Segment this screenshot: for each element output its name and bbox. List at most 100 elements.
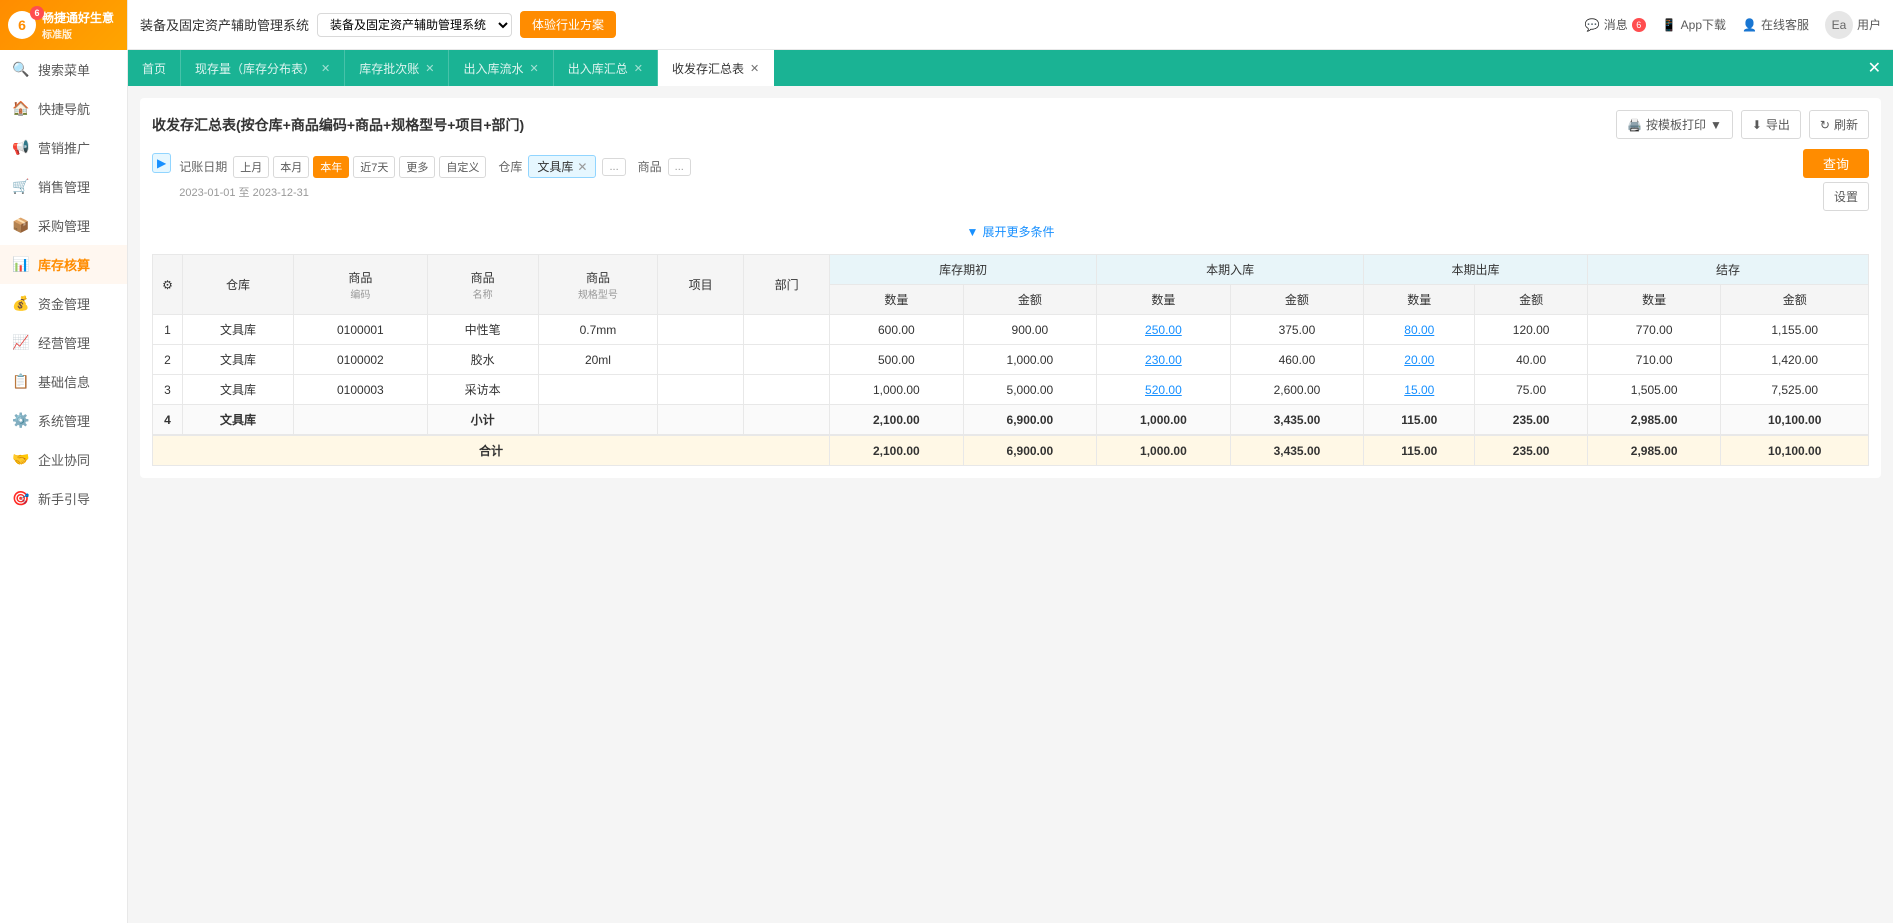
- date-btn-this-year[interactable]: 本年: [313, 156, 349, 178]
- messages-label: 消息: [1604, 16, 1628, 33]
- goods-filter-group: 商品 ...: [638, 158, 691, 176]
- header: 装备及固定资产辅助管理系统 装备及固定资产辅助管理系统 体验行业方案 💬 消息 …: [128, 0, 1893, 50]
- row-in-qty[interactable]: 230.00: [1097, 345, 1231, 375]
- goods-spec-col-header: 商品规格型号: [538, 255, 657, 315]
- tab-flow[interactable]: 出入库流水 ✕: [449, 50, 553, 86]
- row-out-amt: 40.00: [1475, 345, 1588, 375]
- tab-home[interactable]: 首页: [128, 50, 181, 86]
- warehouse-more-btn[interactable]: ...: [602, 158, 625, 176]
- row-in-qty[interactable]: 520.00: [1097, 375, 1231, 405]
- sidebar-item-label: 库存核算: [38, 255, 90, 274]
- row-in-qty[interactable]: 250.00: [1097, 315, 1231, 345]
- row-dept: [744, 375, 830, 405]
- sales-icon: 🛒: [12, 178, 30, 195]
- tab-summary-in-out[interactable]: 出入库汇总 ✕: [554, 50, 658, 86]
- table-row: 4 文具库 小计 2,100.00 6,900.00 1,000.00 3,43…: [153, 405, 1869, 436]
- system-select[interactable]: 装备及固定资产辅助管理系统: [317, 13, 512, 37]
- tab-home-label: 首页: [142, 60, 166, 77]
- row-num: 3: [153, 375, 183, 405]
- row-dept: [744, 345, 830, 375]
- row-out-amt: 235.00: [1475, 405, 1588, 436]
- system-name: 装备及固定资产辅助管理系统: [140, 15, 309, 34]
- row-close-qty: 710.00: [1587, 345, 1721, 375]
- settings-btn[interactable]: 设置: [1823, 182, 1869, 211]
- row-code: 0100001: [294, 315, 428, 345]
- online-service-btn[interactable]: 👤 在线客服: [1742, 16, 1809, 33]
- warehouse-tag[interactable]: 文具库 ✕: [528, 155, 596, 178]
- filter-expand-btn[interactable]: ▶: [152, 153, 171, 173]
- sidebar-item-sales[interactable]: 🛒 销售管理: [0, 167, 127, 206]
- sidebar-item-marketing[interactable]: 📢 营销推广: [0, 128, 127, 167]
- tab-bar-close-btn[interactable]: ✕: [1856, 58, 1893, 78]
- total-open-amt: 6,900.00: [963, 435, 1097, 466]
- total-out-qty: 115.00: [1364, 435, 1475, 466]
- tab-label: 收发存汇总表: [672, 60, 744, 77]
- messages-btn[interactable]: 💬 消息 6: [1585, 16, 1646, 33]
- home-icon: 🏠: [12, 100, 30, 117]
- date-btn-this-month[interactable]: 本月: [273, 156, 309, 178]
- tab-batch[interactable]: 库存批次账 ✕: [345, 50, 449, 86]
- date-btn-last-month[interactable]: 上月: [233, 156, 269, 178]
- page-title-bar: 收发存汇总表(按仓库+商品编码+商品+规格型号+项目+部门) 🖨️ 按模板打印 …: [152, 110, 1869, 139]
- tab-close-icon[interactable]: ✕: [321, 62, 330, 75]
- sidebar-item-operations[interactable]: 📈 经营管理: [0, 323, 127, 362]
- row-out-qty[interactable]: 80.00: [1364, 315, 1475, 345]
- sidebar-item-label: 经营管理: [38, 333, 90, 352]
- sidebar-item-label: 资金管理: [38, 294, 90, 313]
- date-btn-7days[interactable]: 近7天: [353, 156, 395, 178]
- tab-close-icon[interactable]: ✕: [634, 62, 643, 75]
- table-body: 1 文具库 0100001 中性笔 0.7mm 600.00 900.00 25…: [153, 315, 1869, 436]
- out-qty-header: 数量: [1364, 285, 1475, 315]
- sidebar-item-collab[interactable]: 🤝 企业协同: [0, 440, 127, 479]
- export-btn[interactable]: ⬇ 导出: [1741, 110, 1801, 139]
- print-btn[interactable]: 🖨️ 按模板打印 ▼: [1616, 110, 1733, 139]
- expand-conditions-btn[interactable]: ▼ 展开更多条件: [967, 219, 1055, 244]
- sidebar-item-finance[interactable]: 💰 资金管理: [0, 284, 127, 323]
- sidebar-item-inventory[interactable]: 📊 库存核算: [0, 245, 127, 284]
- sidebar-item-label: 系统管理: [38, 411, 90, 430]
- total-row: 合计 2,100.00 6,900.00 1,000.00 3,435.00 1…: [153, 435, 1869, 466]
- opening-stock-header: 库存期初: [830, 255, 1097, 285]
- row-num: 1: [153, 315, 183, 345]
- app-download-btn[interactable]: 📱 App下载: [1662, 16, 1726, 33]
- tab-receive-dispatch[interactable]: 收发存汇总表 ✕: [658, 50, 774, 86]
- warehouse-tag-close-icon[interactable]: ✕: [577, 160, 587, 174]
- goods-more-btn[interactable]: ...: [668, 158, 691, 176]
- trial-btn[interactable]: 体验行业方案: [520, 11, 616, 38]
- row-close-qty: 1,505.00: [1587, 375, 1721, 405]
- tab-bar: 首页 现存量（库存分布表） ✕ 库存批次账 ✕ 出入库流水 ✕ 出入库汇总 ✕ …: [128, 50, 1893, 86]
- tab-close-active-icon[interactable]: ✕: [750, 62, 759, 75]
- tab-close-icon[interactable]: ✕: [530, 62, 539, 75]
- sidebar-item-newbie[interactable]: 🎯 新手引导: [0, 479, 127, 518]
- user-btn[interactable]: Ea 用户: [1825, 11, 1881, 39]
- tab-close-icon[interactable]: ✕: [425, 62, 434, 75]
- tab-inventory-dist[interactable]: 现存量（库存分布表） ✕: [181, 50, 345, 86]
- app-name: 畅捷通好生意: [42, 9, 114, 26]
- sidebar-item-basic[interactable]: 📋 基础信息: [0, 362, 127, 401]
- operations-icon: 📈: [12, 334, 30, 351]
- sidebar-item-quick-nav[interactable]: 🏠 快捷导航: [0, 89, 127, 128]
- sidebar-item-search[interactable]: 🔍 搜索菜单: [0, 50, 127, 89]
- sidebar: 6 畅捷通好生意 标准版 6 🔍 搜索菜单 🏠 快捷导航 📢 营销推广 🛒 销售…: [0, 0, 128, 923]
- sidebar-item-system[interactable]: ⚙️ 系统管理: [0, 401, 127, 440]
- date-btn-custom[interactable]: 自定义: [439, 156, 486, 178]
- total-in-qty: 1,000.00: [1097, 435, 1231, 466]
- refresh-btn[interactable]: ↻ 刷新: [1809, 110, 1869, 139]
- date-filter-group: 记账日期 上月 本月 本年 近7天 更多 自定义: [179, 156, 486, 178]
- row-out-qty[interactable]: 20.00: [1364, 345, 1475, 375]
- row-project: [658, 405, 744, 436]
- query-btn[interactable]: 查询: [1803, 149, 1869, 178]
- row-spec: 0.7mm: [538, 315, 657, 345]
- header-left: 装备及固定资产辅助管理系统 装备及固定资产辅助管理系统 体验行业方案: [140, 11, 616, 38]
- row-open-qty: 500.00: [830, 345, 964, 375]
- in-qty-header: 数量: [1097, 285, 1231, 315]
- sidebar-item-purchase[interactable]: 📦 采购管理: [0, 206, 127, 245]
- row-warehouse: 文具库: [183, 405, 294, 436]
- table-row: 1 文具库 0100001 中性笔 0.7mm 600.00 900.00 25…: [153, 315, 1869, 345]
- row-out-qty[interactable]: 15.00: [1364, 375, 1475, 405]
- sidebar-item-label: 新手引导: [38, 489, 90, 508]
- row-spec: 20ml: [538, 345, 657, 375]
- date-btn-more[interactable]: 更多: [399, 156, 435, 178]
- row-name: 胶水: [427, 345, 538, 375]
- row-num: 2: [153, 345, 183, 375]
